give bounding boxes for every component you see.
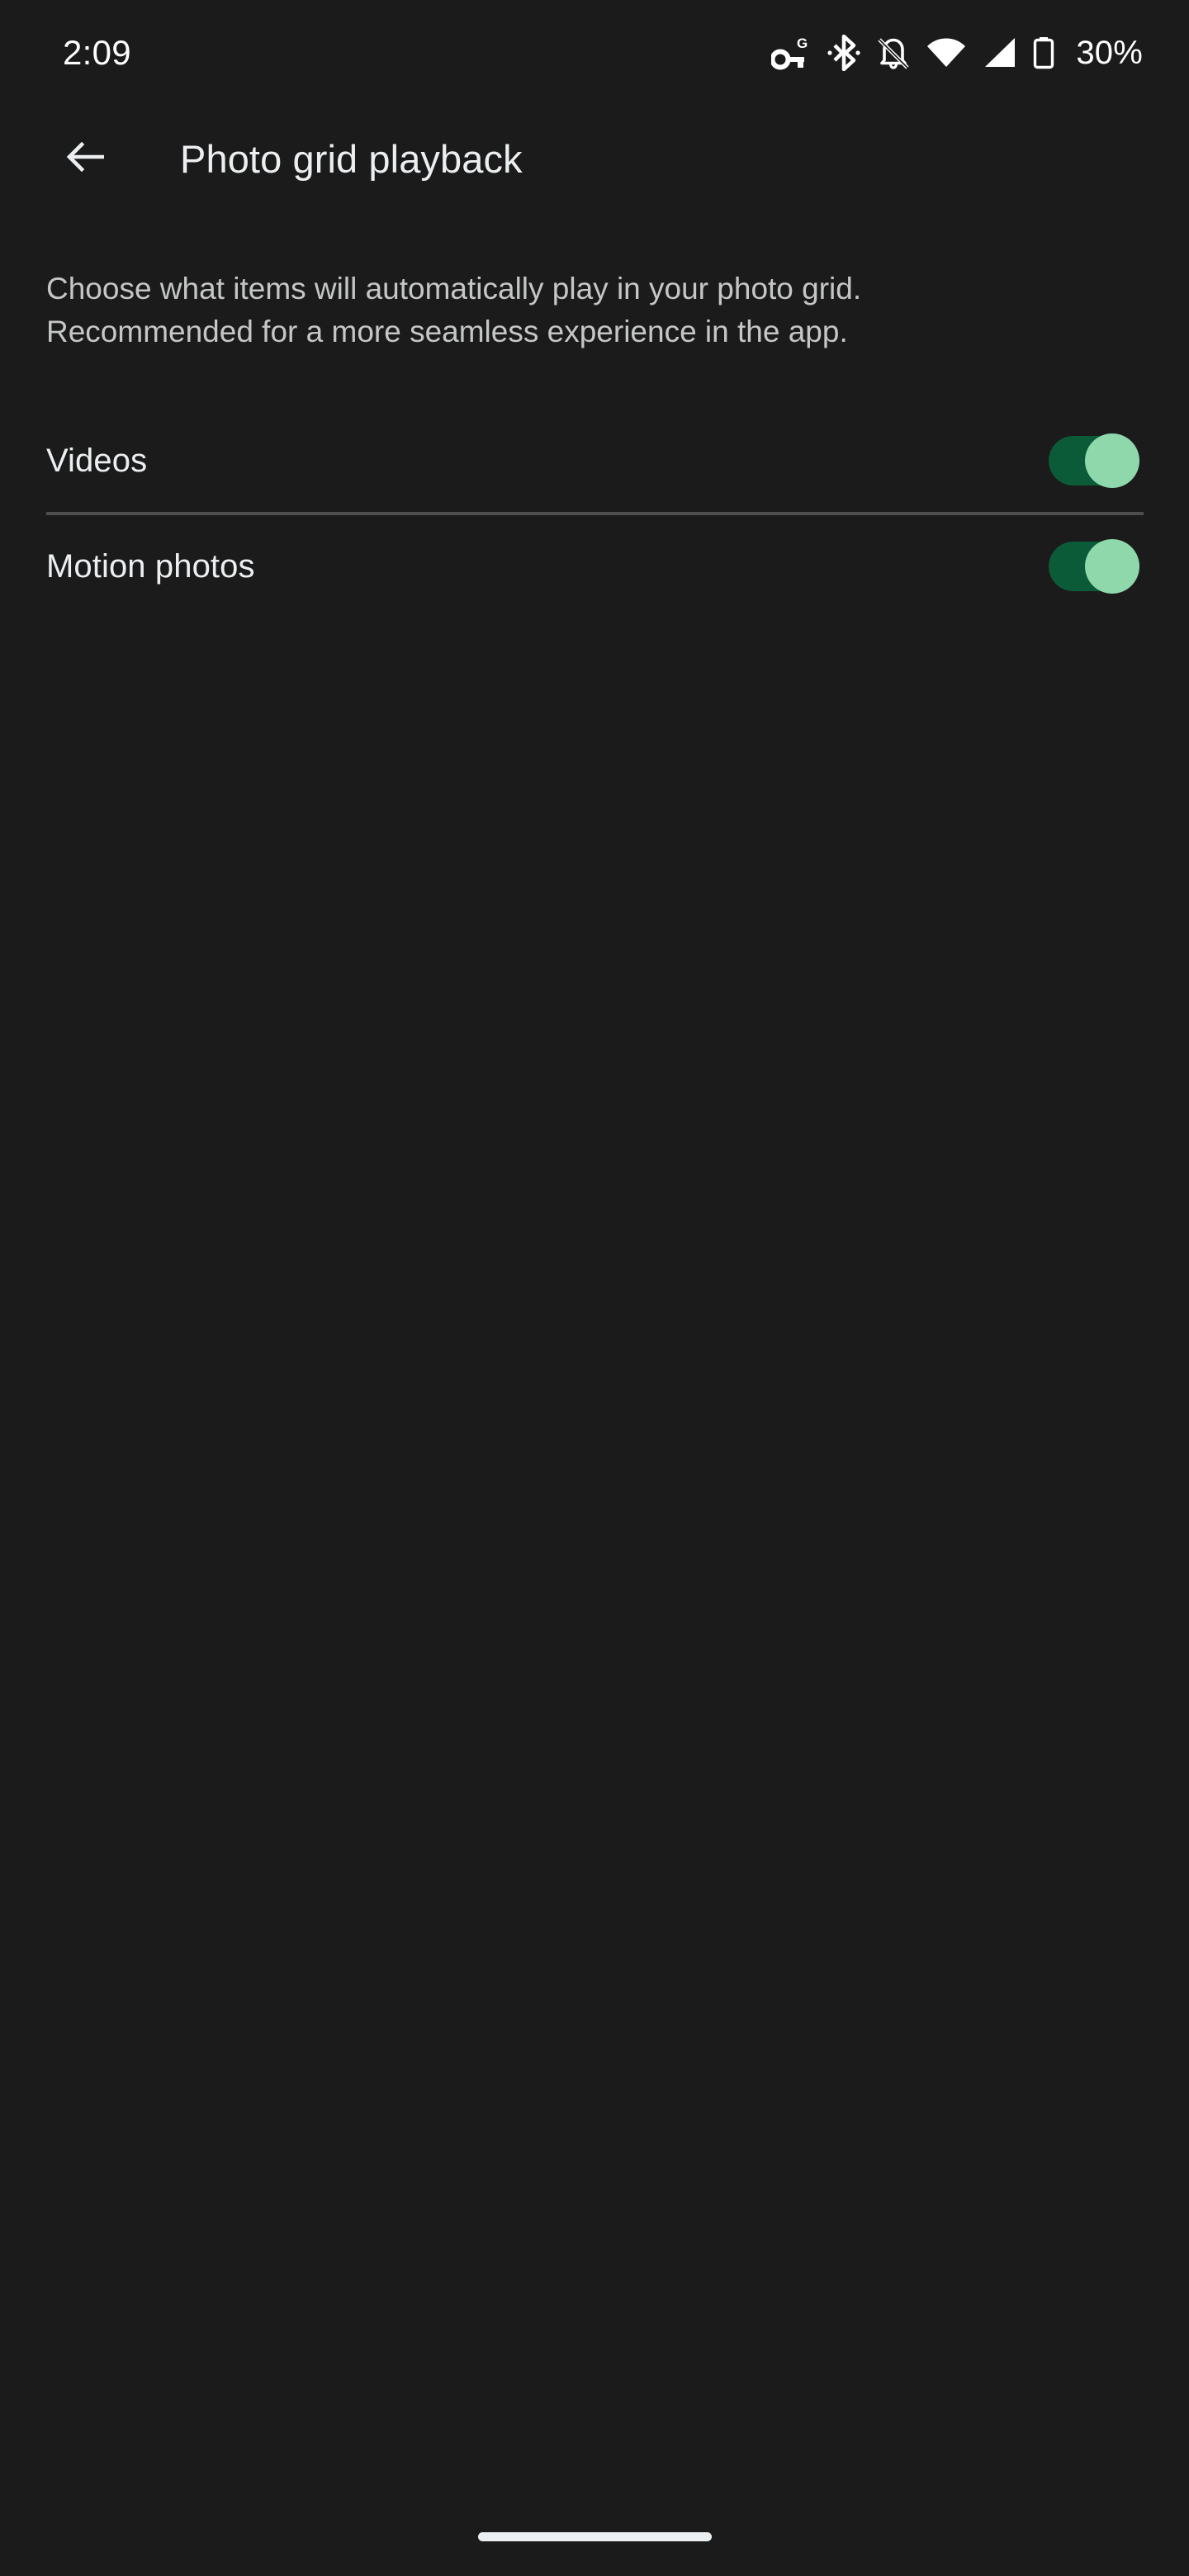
bluetooth-icon — [827, 35, 861, 71]
system-navigation-bar — [0, 2497, 1189, 2576]
app-bar: Photo grid playback — [0, 106, 1189, 211]
photo-grid-playback-screen: 2:09 G 30% Photo grid playback Choose wh… — [0, 0, 1189, 2576]
battery-percent-label: 30% — [1076, 35, 1143, 71]
svg-text:G: G — [797, 36, 808, 51]
toggle-videos[interactable] — [1049, 433, 1139, 488]
wifi-icon — [926, 35, 967, 71]
home-gesture-pill[interactable] — [477, 2531, 712, 2541]
back-arrow-icon — [63, 134, 109, 184]
toggle-thumb — [1085, 539, 1139, 594]
setting-label-videos: Videos — [46, 442, 148, 479]
toggle-thumb — [1085, 433, 1139, 488]
status-bar-clock: 2:09 — [63, 33, 131, 72]
status-bar-icons: G 30% — [771, 35, 1143, 71]
status-bar: 2:09 G 30% — [0, 0, 1189, 106]
setting-row-videos[interactable]: Videos — [0, 410, 1189, 512]
description-text: Choose what items will automatically pla… — [46, 272, 862, 348]
vpn-key-google-icon: G — [771, 35, 812, 71]
page-title: Photo grid playback — [180, 136, 523, 181]
battery-icon — [1031, 35, 1056, 71]
setting-row-motion-photos[interactable]: Motion photos — [0, 515, 1189, 618]
setting-label-motion-photos: Motion photos — [46, 547, 255, 585]
cellular-signal-icon — [981, 35, 1017, 71]
settings-list: Videos Motion photos — [0, 410, 1189, 618]
toggle-motion-photos[interactable] — [1049, 539, 1139, 594]
back-button[interactable] — [56, 129, 116, 188]
notifications-off-icon — [875, 35, 912, 71]
